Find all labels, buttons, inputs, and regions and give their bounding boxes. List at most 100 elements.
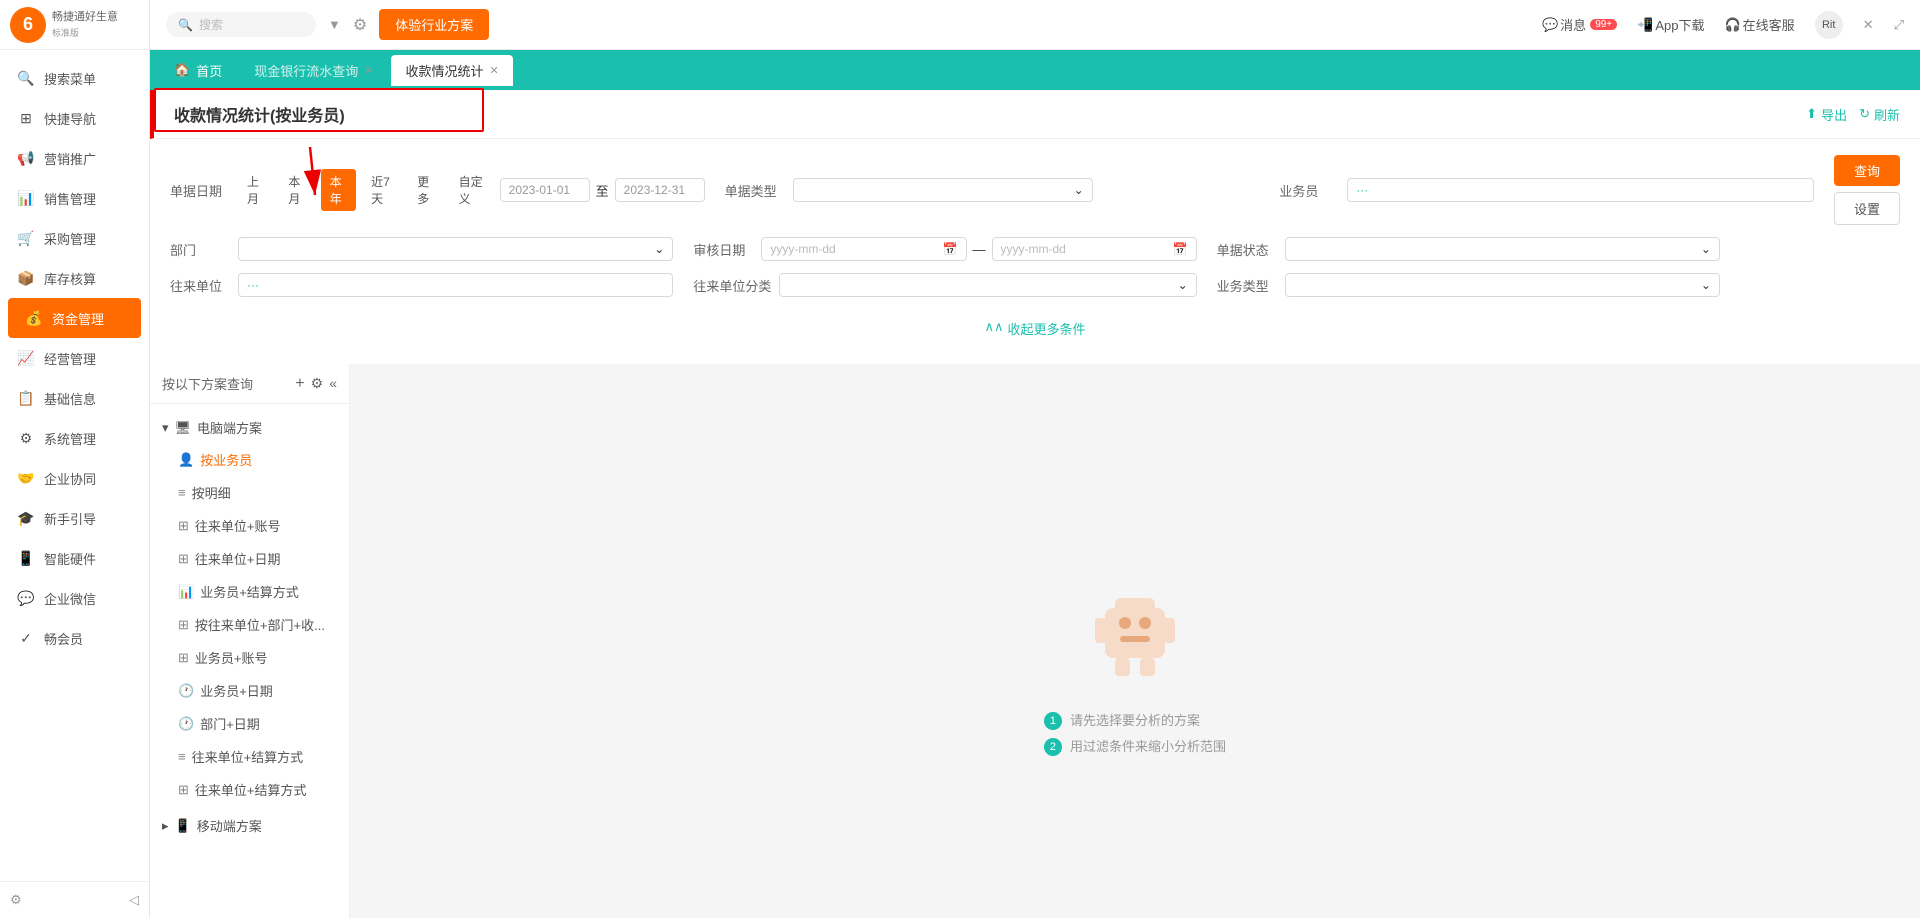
plan-settings-icon[interactable]: ⚙ — [311, 375, 324, 393]
date-btn-this-year[interactable]: 本年 — [321, 169, 356, 211]
export-button[interactable]: ⬆ 导出 — [1806, 105, 1847, 124]
date-btn-last-month[interactable]: 上月 — [238, 169, 273, 211]
mobile-group-title[interactable]: ▸ 📱 移动端方案 — [150, 810, 349, 841]
mobile-group-label: 移动端方案 — [197, 816, 262, 835]
sidebar-collapse-icon[interactable]: ◁ — [129, 892, 139, 908]
plan-item-partner-date[interactable]: ⊞ 往来单位+日期 — [150, 542, 349, 575]
plan-item-detail[interactable]: ≡ 按明细 — [150, 476, 349, 509]
date-separator: 至 — [596, 181, 609, 200]
plan-item-partner-dept[interactable]: ⊞ 按往来单位+部门+收... — [150, 608, 349, 641]
date-btn-this-month[interactable]: 本月 — [279, 169, 314, 211]
panel-collapse-icon[interactable]: « — [329, 375, 337, 393]
sidebar-item-member[interactable]: ✓ 畅会员 — [0, 618, 149, 658]
left-panel-header: 按以下方案查询 + ⚙ « — [150, 364, 349, 404]
sidebar-item-guide[interactable]: 🎓 新手引导 — [0, 498, 149, 538]
sidebar-settings-icon[interactable]: ⚙ — [10, 892, 22, 908]
table-icon4: ⊞ — [178, 650, 189, 666]
settings-button[interactable]: 设置 — [1834, 192, 1900, 225]
plan-item-label: 按往来单位+部门+收... — [195, 615, 325, 634]
tab-bank-flow-close[interactable]: ✕ — [364, 64, 373, 77]
sidebar-item-label: 经营管理 — [44, 349, 96, 368]
sidebar-item-inventory[interactable]: 📦 库存核算 — [0, 258, 149, 298]
sidebar-item-system[interactable]: ⚙ 系统管理 — [0, 418, 149, 458]
tab-collection-stats-close[interactable]: ✕ — [489, 64, 498, 77]
trial-btn[interactable]: 体验行业方案 — [379, 9, 489, 40]
partner-more-icon: ··· — [247, 278, 259, 292]
refresh-icon: ↻ — [1859, 106, 1870, 122]
purchase-icon: 🛒 — [16, 228, 36, 248]
sidebar-item-hardware[interactable]: 📱 智能硬件 — [0, 538, 149, 578]
sidebar-item-search-menu[interactable]: 🔍 搜索菜单 — [0, 58, 149, 98]
online-service-item[interactable]: 🎧 在线客服 — [1724, 15, 1794, 34]
tab-home[interactable]: 🏠 首页 — [160, 55, 236, 86]
query-button[interactable]: 查询 — [1834, 155, 1900, 186]
plan-item-partner-account[interactable]: ⊞ 往来单位+账号 — [150, 509, 349, 542]
sidebar-item-operations[interactable]: 📈 经营管理 — [0, 338, 149, 378]
topbar-settings-icon[interactable]: ⚙ — [353, 15, 367, 35]
user-avatar[interactable]: Rit — [1815, 11, 1843, 39]
date-to-input[interactable] — [615, 178, 705, 202]
logo-icon: 6 — [10, 7, 46, 43]
refresh-button[interactable]: ↻ 刷新 — [1859, 105, 1900, 124]
sidebar-item-finance[interactable]: 💰 资金管理 — [8, 298, 141, 338]
date-btn-custom[interactable]: 自定义 — [450, 169, 494, 211]
hint-text-1: 请先选择要分析的方案 — [1070, 708, 1200, 734]
plan-item-partner-settlement1[interactable]: ≡ 往来单位+结算方式 — [150, 740, 349, 773]
hint-item-2: 2 用过滤条件来缩小分析范围 — [1044, 734, 1226, 760]
sidebar-item-purchase[interactable]: 🛒 采购管理 — [0, 218, 149, 258]
left-panel-title: 按以下方案查询 — [162, 374, 253, 393]
right-content: 1 请先选择要分析的方案 2 用过滤条件来缩小分析范围 — [350, 364, 1920, 918]
member-icon: ✓ — [16, 628, 36, 648]
sidebar-item-sales[interactable]: 📊 销售管理 — [0, 178, 149, 218]
window-close-icon[interactable]: ✕ — [1863, 17, 1874, 33]
biztype-select[interactable]: ⌄ — [1285, 273, 1720, 297]
plan-item-label: 业务员+日期 — [200, 681, 273, 700]
plan-item-dept-date[interactable]: 🕐 部门+日期 — [150, 707, 349, 740]
docstatus-select[interactable]: ⌄ — [1285, 237, 1720, 261]
message-item[interactable]: 💬 消息 99+ — [1542, 15, 1617, 34]
sidebar-item-basic[interactable]: 📋 基础信息 — [0, 378, 149, 418]
page-header: 收款情况统计(按业务员) ⬆ 导出 ↻ 刷新 — [150, 90, 1920, 139]
partner-category-select[interactable]: ⌄ — [779, 273, 1196, 297]
plan-item-sales-settlement[interactable]: 📊 业务员+结算方式 — [150, 575, 349, 608]
filter-item-salesperson: 业务员 ··· — [1279, 178, 1814, 202]
plan-item-sales-date[interactable]: 🕐 业务员+日期 — [150, 674, 349, 707]
pc-group-title[interactable]: ▾ 🖥 电脑端方案 — [150, 412, 349, 443]
sidebar-item-label: 库存核算 — [44, 269, 96, 288]
sidebar-item-label: 智能硬件 — [44, 549, 96, 568]
page-actions: ⬆ 导出 ↻ 刷新 — [1806, 105, 1900, 124]
partner-category-label: 往来单位分类 — [693, 276, 771, 295]
sidebar-item-marketing[interactable]: 📢 营销推广 — [0, 138, 149, 178]
dept-select[interactable]: ⌄ — [238, 237, 673, 261]
tab-collection-stats[interactable]: 收款情况统计 ✕ — [391, 55, 512, 86]
table-icon5: ⊞ — [178, 782, 189, 798]
tab-bank-flow[interactable]: 现金银行流水查询 ✕ — [240, 55, 387, 86]
plan-item-partner-settlement2[interactable]: ⊞ 往来单位+结算方式 — [150, 773, 349, 806]
dept-label: 部门 — [170, 240, 230, 259]
sidebar-item-wechat[interactable]: 💬 企业微信 — [0, 578, 149, 618]
reviewdate-to-input[interactable]: yyyy-mm-dd 📅 — [992, 237, 1197, 261]
date-from-input[interactable] — [500, 178, 590, 202]
app-download-item[interactable]: 📲 App下载 — [1637, 15, 1704, 34]
plan-item-sales-account[interactable]: ⊞ 业务员+账号 — [150, 641, 349, 674]
collapse-row[interactable]: ∧∧ 收起更多条件 — [170, 309, 1900, 348]
doctype-select[interactable]: ⌄ — [793, 178, 1093, 202]
sidebar-item-quick-nav[interactable]: ⊞ 快捷导航 — [0, 98, 149, 138]
salesperson-select[interactable]: ··· — [1347, 178, 1814, 202]
partner-select[interactable]: ··· — [238, 273, 673, 297]
date-label: 单据日期 — [170, 181, 230, 200]
sidebar-item-corp[interactable]: 🤝 企业协同 — [0, 458, 149, 498]
topbar-search[interactable]: 🔍 搜索 — [166, 12, 316, 37]
date-btn-more[interactable]: 更多 — [408, 169, 443, 211]
plan-item-salesperson[interactable]: 👤 按业务员 — [150, 443, 349, 476]
docstatus-label: 单据状态 — [1217, 240, 1277, 259]
reviewdate-from-input[interactable]: yyyy-mm-dd 📅 — [761, 237, 966, 261]
add-plan-icon[interactable]: + — [295, 375, 304, 393]
sidebar-item-label: 基础信息 — [44, 389, 96, 408]
dropdown-icon[interactable]: ▼ — [328, 17, 341, 32]
hint-num-1: 1 — [1044, 712, 1062, 730]
date-btn-7days[interactable]: 近7天 — [362, 169, 402, 211]
window-expand-icon[interactable]: ⤢ — [1894, 17, 1904, 33]
reviewdate-from-placeholder: yyyy-mm-dd — [770, 242, 835, 256]
partner-label: 往来单位 — [170, 276, 230, 295]
